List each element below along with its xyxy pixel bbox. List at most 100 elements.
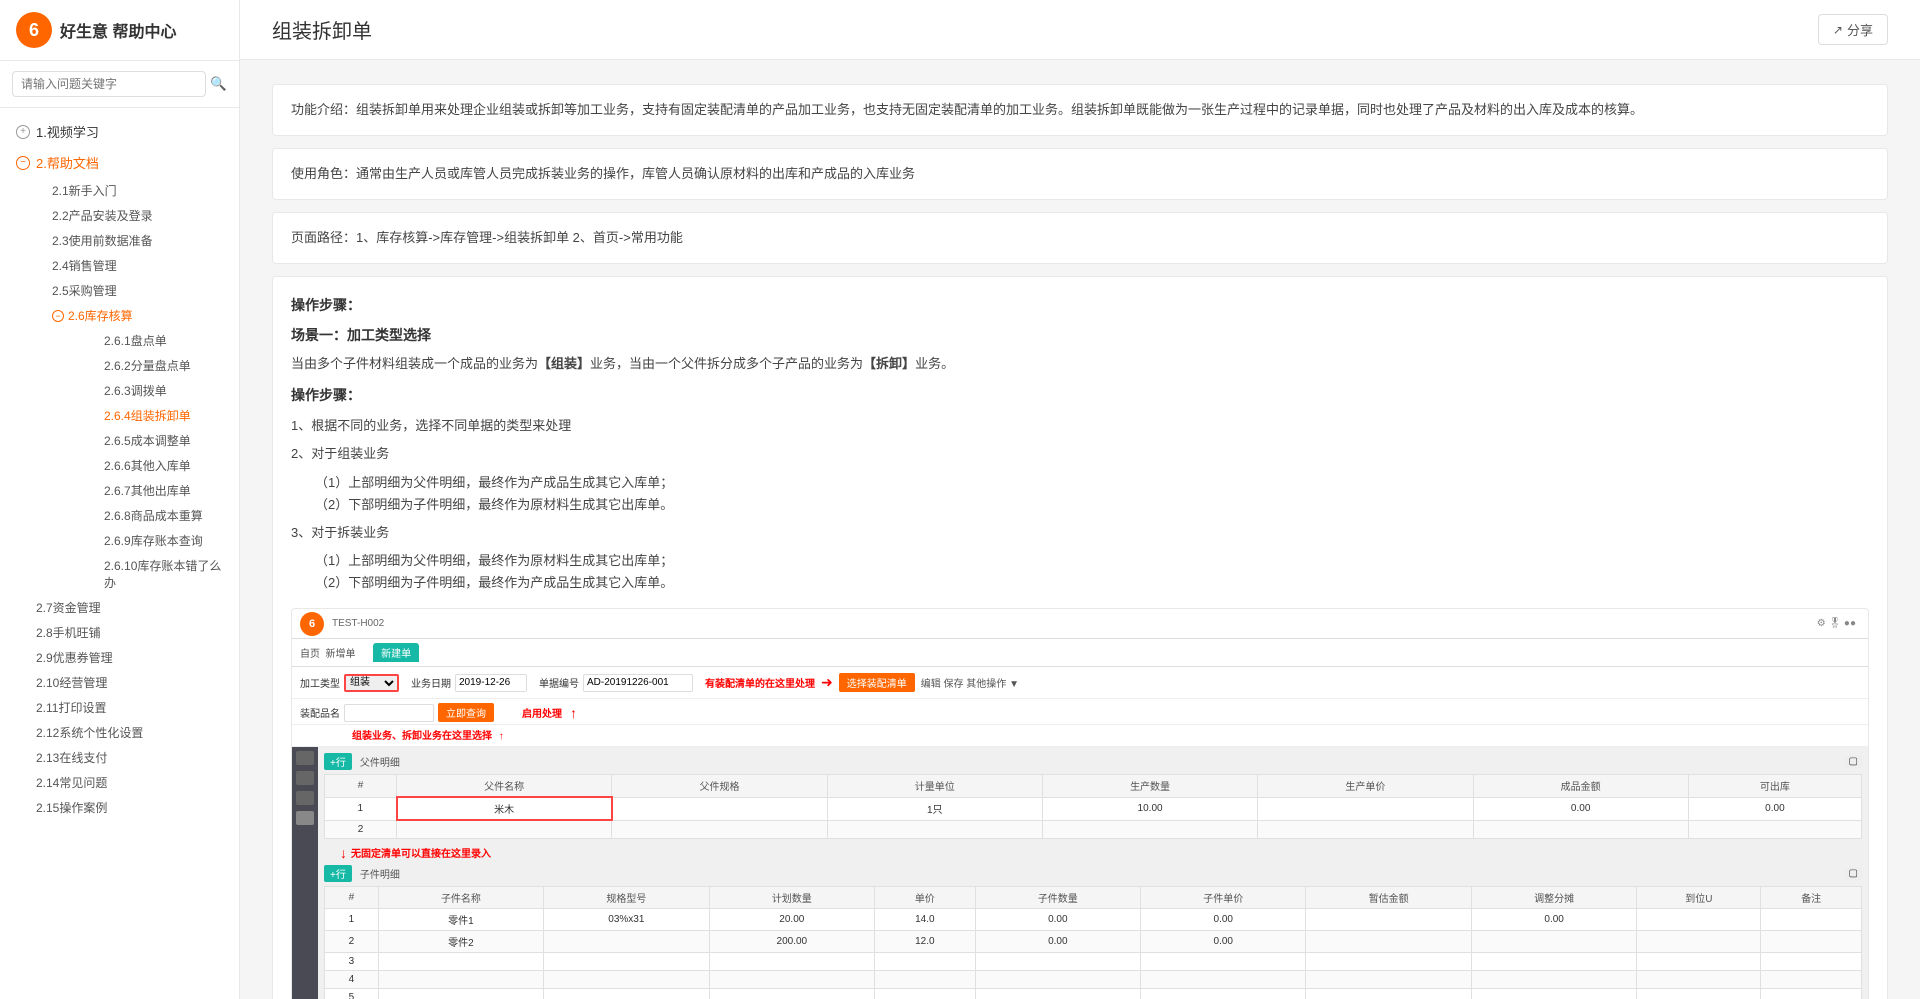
mock-add-row-btn2[interactable]: +行 [324,865,352,882]
table-row: 3 [325,952,1862,970]
table-row: 5 [325,988,1862,999]
sidebar-item-faq[interactable]: 2.14常见问题 [0,770,239,795]
sidebar-item-video[interactable]: + 1.视频学习 [0,116,239,147]
main-area: 组装拆卸单 ↗ 分享 功能介绍：组装拆卸单用来处理企业组装或拆卸等加工业务，支持… [240,0,1920,999]
mock-content-area: +行 父件明细 ▢ # 父件名称 父件规格 [292,747,1868,999]
mock-order-label: 单据编号 [539,675,579,690]
sidebar-item-other-out[interactable]: 2.6.7其他出库单 [52,478,239,503]
th-parent-spec: 父件规格 [612,775,827,798]
sidebar-nav: + 1.视频学习 − 2.帮助文档 2.1新手入门 2.2产品安装及登录 2.3… [0,108,239,999]
arrow-icon-2: ↑ [570,705,577,721]
annotation5-row: ↓ 无固定清单可以直接在这里录入 [340,845,1862,861]
mock-app-id: TEST-H002 [332,618,1809,629]
content-area: 功能介绍：组装拆卸单用来处理企业组装或拆卸等加工业务，支持有固定装配清单的产品加… [240,60,1920,999]
main-header: 组装拆卸单 ↗ 分享 [240,0,1920,60]
mock-icon-2 [296,771,314,785]
share-button[interactable]: ↗ 分享 [1818,14,1888,45]
sidebar-item-transfer[interactable]: 2.6.3调拨单 [52,378,239,403]
mock-tab-new[interactable]: 新建单 [373,643,419,662]
sidebar-item-online-pay[interactable]: 2.13在线支付 [0,745,239,770]
step2-sub1: （1）上部明细为父件明细，最终作为产成品生成其它入库单； [315,472,1869,494]
sidebar-header: 6 好生意 帮助中心 [0,0,239,61]
sidebar-item-help[interactable]: − 2.帮助文档 [0,147,239,178]
sidebar-item-operation[interactable]: 2.10经营管理 [0,670,239,695]
th-num: # [325,775,397,798]
page-title: 组装拆卸单 [272,15,372,44]
sidebar-item-data[interactable]: 2.3使用前数据准备 [0,228,239,253]
ops-title: 操作步骤： [291,295,1869,315]
annotation2: 启用处理 [522,705,562,720]
mock-type-select[interactable]: 组装 拆卸 [344,674,399,692]
operations-section: 操作步骤： 场景一：加工类型选择 当由多个子件材料组装成一个成品的业务为【组装】… [272,276,1888,999]
sidebar-item-stocktake[interactable]: 2.6.1盘点单 [52,328,239,353]
th-amount: 成品金额 [1473,775,1688,798]
search-button[interactable]: 🔍 [210,76,227,92]
mock-icon-3 [296,791,314,805]
mock-logo: 6 [300,612,324,636]
sidebar-item-stock-err[interactable]: 2.6.10库存账本错了么办 [52,553,239,595]
sidebar-item-inventory[interactable]: − 2.6库存核算 [0,303,239,328]
sidebar-item-purchase[interactable]: 2.5采购管理 [0,278,239,303]
mock-right-btn[interactable]: ▢ [1845,755,1862,768]
mock-nav-links: 自页 新增单 [300,645,361,660]
sidebar-item-newbie[interactable]: 2.1新手入门 [0,178,239,203]
mock-bom-search: 装配品名 立即查询 [300,703,494,722]
annotation1: 有装配清单的在这里处理 [705,675,815,690]
mock-icon-1 [296,751,314,765]
table-row: 2 零件2 200.00 12.0 0.00 0.00 [325,930,1862,952]
mock-table-hint: 父件明细 [360,754,400,769]
sidebar-item-other-in[interactable]: 2.6.6其他入库单 [52,453,239,478]
sidebar-item-coupon[interactable]: 2.9优惠券管理 [0,645,239,670]
info-block-3: 页面路径：1、库存核算->库存管理->组装拆卸单 2、首页->常用功能 [272,212,1888,264]
table-row: 1 米木 1只 10.00 0.00 0.00 [325,797,1862,820]
screenshot-container: 6 TEST-H002 ⚙ 🎖 ●● 自页 新增单 新建单 加工类型 [291,608,1869,999]
sidebar-item-print[interactable]: 2.11打印设置 [0,695,239,720]
mock-left-icons [292,747,318,999]
mock-lower-label: +行 子件明细 ▢ [324,865,1862,882]
mock-bom-search-input[interactable] [344,704,434,722]
annotation4: 组装业务、拆卸业务在这里选择 [352,731,492,742]
mock-icon-4 [296,811,314,825]
sidebar-item-sales[interactable]: 2.4销售管理 [0,253,239,278]
mock-date-input[interactable] [455,674,527,692]
sidebar-item-label: 1.视频学习 [36,122,99,141]
expand-icon: + [16,125,30,139]
sidebar-item-costadjust[interactable]: 2.6.5成本调整单 [52,428,239,453]
info-block-1: 功能介绍：组装拆卸单用来处理企业组装或拆卸等加工业务，支持有固定装配清单的产品加… [272,84,1888,136]
screenshot-mock: 6 TEST-H002 ⚙ 🎖 ●● 自页 新增单 新建单 加工类型 [292,609,1868,999]
search-input[interactable] [12,71,206,97]
arrow-icon-1: ➜ [821,674,833,691]
mock-query-btn[interactable]: 立即查询 [438,703,494,722]
sidebar-item-cases[interactable]: 2.15操作案例 [0,795,239,820]
mock-bom-area: 有装配清单的在这里处理 ➜ 选择装配清单 编辑 保存 其他操作 ▼ [705,673,1019,692]
mock-parent-name-cell[interactable]: 米木 [397,797,612,820]
collapse-icon: − [52,310,64,322]
mock-upper-label: +行 父件明细 ▢ [324,753,1862,770]
sidebar: 6 好生意 帮助中心 🔍 + 1.视频学习 − 2.帮助文档 2.1新手入门 2… [0,0,240,999]
sidebar-item-install[interactable]: 2.2产品安装及登录 [0,203,239,228]
sidebar-item-mobile[interactable]: 2.8手机旺铺 [0,620,239,645]
sidebar-item-fund[interactable]: 2.7资金管理 [0,595,239,620]
step3-sub2: （2）下部明细为子件明细，最终作为产成品生成其它入库单。 [315,572,1869,594]
sidebar-item-system[interactable]: 2.12系统个性化设置 [0,720,239,745]
steps-subtitle: 操作步骤： [291,385,1869,405]
sidebar-item-label: 2.帮助文档 [36,153,99,172]
mock-order-input[interactable] [583,674,693,692]
mock-upper-table: # 父件名称 父件规格 计量单位 生产数量 生产单价 成品金额 可出库 [324,774,1862,839]
annotation5: 无固定清单可以直接在这里录入 [351,845,491,860]
table-row: 2 [325,820,1862,838]
sidebar-item-assemble[interactable]: 2.6.4组装拆卸单 [52,403,239,428]
mock-extra-links: 编辑 保存 其他操作 ▼ [921,675,1019,690]
table-row: 1 零件1 03%x31 20.00 14.0 0.00 0.00 0.00 [325,908,1862,930]
mock-bom-btn[interactable]: 选择装配清单 [839,673,915,692]
sidebar-item-partial[interactable]: 2.6.2分量盘点单 [52,353,239,378]
table-row: 4 [325,970,1862,988]
mock-right-btn2[interactable]: ▢ [1845,867,1862,880]
mock-form-date: 业务日期 [411,674,527,692]
mock-lower-table: # 子件名称 规格型号 计划数量 单价 子件数量 子件单价 暂估金额 调整分摊 [324,886,1862,999]
mock-form-order: 单据编号 [539,674,693,692]
sidebar-item-cost-recalc[interactable]: 2.6.8商品成本重算 [52,503,239,528]
th-parent-name: 父件名称 [397,775,612,798]
mock-add-row-btn[interactable]: +行 [324,753,352,770]
sidebar-item-stock-query[interactable]: 2.6.9库存账本查询 [52,528,239,553]
